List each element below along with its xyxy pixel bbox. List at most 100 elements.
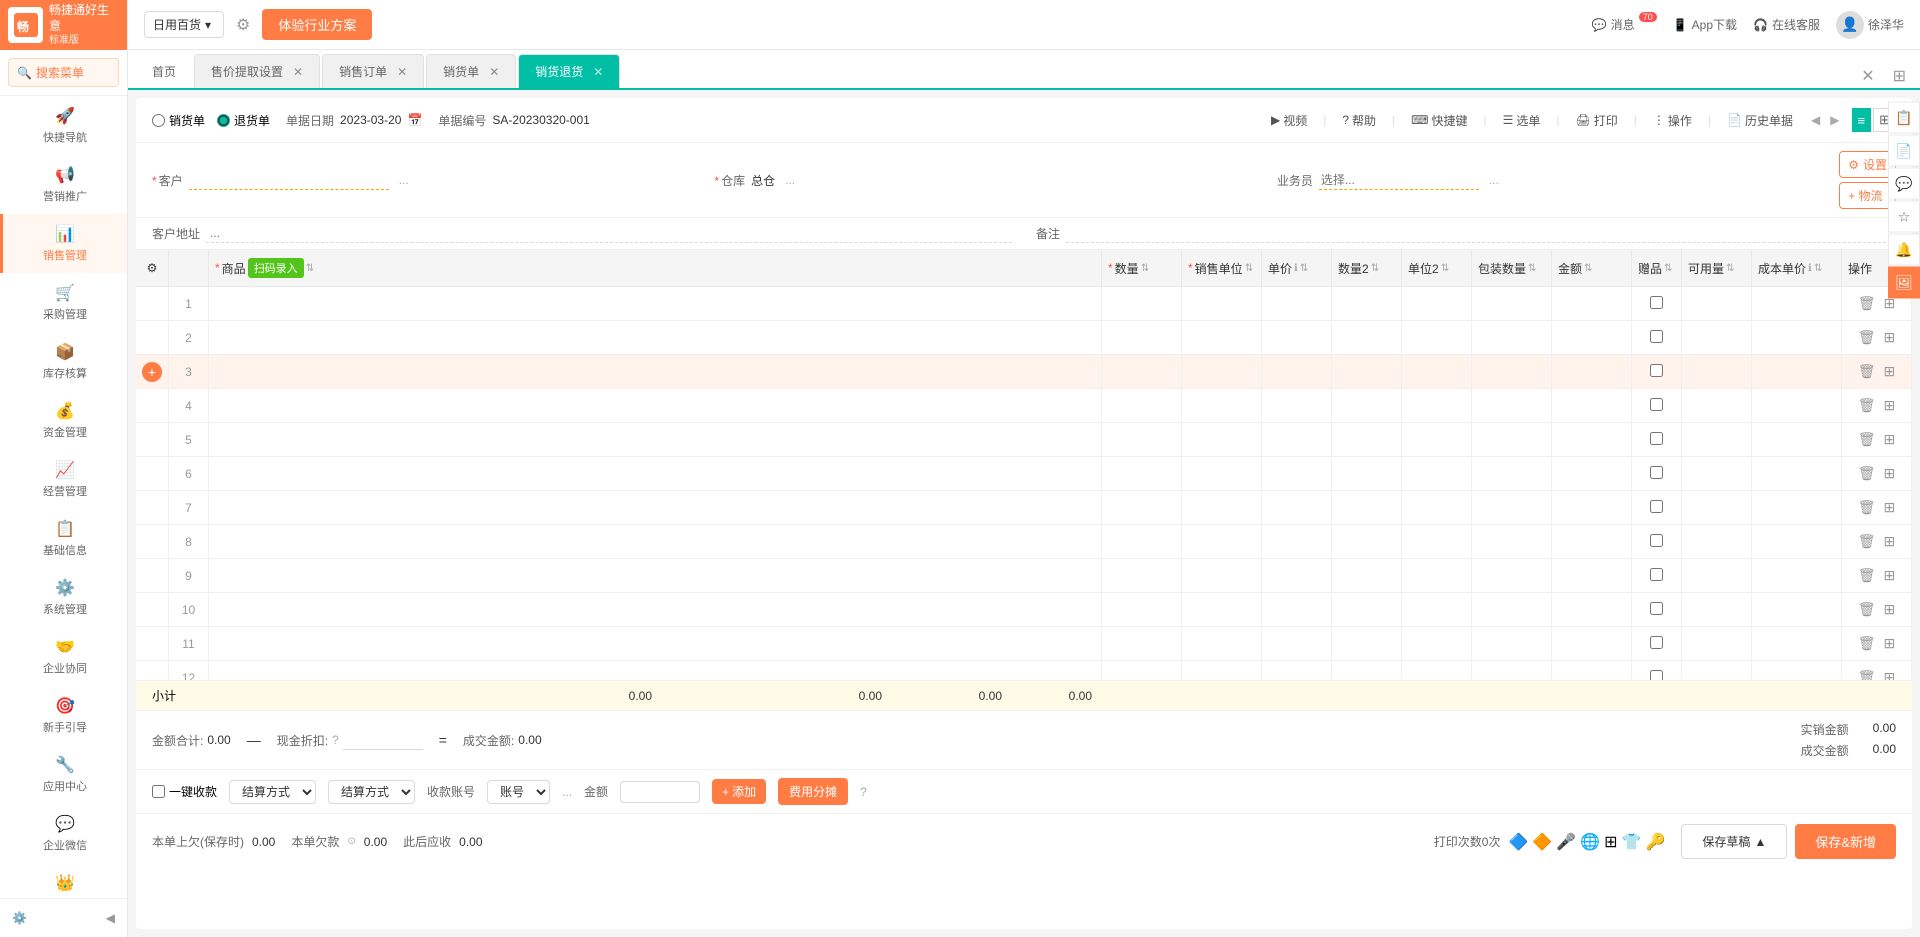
customer-picker-btn[interactable]: ...: [399, 173, 409, 187]
row-unit-4[interactable]: [1182, 389, 1262, 423]
row-qty-6[interactable]: [1102, 457, 1182, 491]
row-qty-2[interactable]: [1102, 321, 1182, 355]
row-pack-7[interactable]: [1472, 491, 1552, 525]
row-qty-1[interactable]: [1102, 287, 1182, 321]
row-unit2-5[interactable]: [1402, 423, 1472, 457]
calendar-icon[interactable]: 📅: [407, 113, 422, 127]
row-qty-4[interactable]: [1102, 389, 1182, 423]
add-row-button[interactable]: +: [142, 362, 162, 382]
row-product-7[interactable]: [209, 491, 1102, 525]
product-input-5[interactable]: [215, 433, 1095, 447]
row-product-4[interactable]: [209, 389, 1102, 423]
gift-checkbox-8[interactable]: [1650, 534, 1663, 547]
row-unit-8[interactable]: [1182, 525, 1262, 559]
row-amount-8[interactable]: [1552, 525, 1632, 559]
gift-checkbox-2[interactable]: [1650, 330, 1663, 343]
row-unit2-10[interactable]: [1402, 593, 1472, 627]
row-cost-5[interactable]: [1752, 423, 1842, 457]
row-available-4[interactable]: [1682, 389, 1752, 423]
tab-price-settings[interactable]: 售价提取设置 ✕: [194, 54, 320, 88]
sidebar-item-info[interactable]: 📋 基础信息: [0, 509, 127, 568]
save-new-button[interactable]: 保存&新增: [1795, 824, 1896, 859]
video-help-btn[interactable]: ▶ 视频: [1265, 109, 1313, 132]
product-input-10[interactable]: [215, 603, 1095, 617]
gift-checkbox-1[interactable]: [1650, 296, 1663, 309]
tab-close-sales-return[interactable]: ✕: [593, 65, 603, 79]
remarks-input[interactable]: [1066, 224, 1896, 243]
row-pack-4[interactable]: [1472, 389, 1552, 423]
row-product-5[interactable]: [209, 423, 1102, 457]
row-product-2[interactable]: [209, 321, 1102, 355]
row-delete-btn-9[interactable]: 🗑: [1856, 565, 1878, 586]
row-pack-11[interactable]: [1472, 627, 1552, 661]
row-copy-btn-2[interactable]: ⊞: [1882, 327, 1898, 348]
gift-checkbox-12[interactable]: [1650, 670, 1663, 681]
row-copy-btn-10[interactable]: ⊞: [1882, 599, 1898, 620]
row-gift-11[interactable]: [1632, 627, 1682, 661]
row-qty2-11[interactable]: [1332, 627, 1402, 661]
row-amount-10[interactable]: [1552, 593, 1632, 627]
row-price-6[interactable]: [1262, 457, 1332, 491]
product-input-3[interactable]: [215, 365, 1095, 379]
row-qty-10[interactable]: [1102, 593, 1182, 627]
row-cost-6[interactable]: [1752, 457, 1842, 491]
row-price-11[interactable]: [1262, 627, 1332, 661]
row-unit2-9[interactable]: [1402, 559, 1472, 593]
shortcut-btn[interactable]: ⌨ 快捷键: [1405, 109, 1473, 132]
search-menu-button[interactable]: 🔍 搜索菜单: [8, 58, 119, 87]
row-qty-8[interactable]: [1102, 525, 1182, 559]
row-cost-11[interactable]: [1752, 627, 1842, 661]
row-cost-10[interactable]: [1752, 593, 1842, 627]
row-amount-12[interactable]: [1552, 661, 1632, 681]
row-price-2[interactable]: [1262, 321, 1332, 355]
scan-entry-btn[interactable]: 扫码录入: [248, 258, 304, 278]
row-cost-7[interactable]: [1752, 491, 1842, 525]
tab-close-sales-bill[interactable]: ✕: [489, 65, 499, 79]
row-price-3[interactable]: [1262, 355, 1332, 389]
th-gear[interactable]: ⚙: [136, 250, 169, 287]
row-copy-btn-9[interactable]: ⊞: [1882, 565, 1898, 586]
product-input-11[interactable]: [215, 637, 1095, 651]
radio-return-bill[interactable]: 退货单: [217, 112, 270, 129]
row-unit2-3[interactable]: [1402, 355, 1472, 389]
row-unit2-2[interactable]: [1402, 321, 1472, 355]
row-gift-3[interactable]: [1632, 355, 1682, 389]
row-available-11[interactable]: [1682, 627, 1752, 661]
tab-close-price-settings[interactable]: ✕: [293, 65, 303, 79]
topbar-message[interactable]: 💬 消息 70: [1592, 16, 1657, 33]
sidebar-item-system[interactable]: ⚙️ 系统管理: [0, 568, 127, 627]
row-qty-9[interactable]: [1102, 559, 1182, 593]
tab-close-sales-order[interactable]: ✕: [397, 65, 407, 79]
row-delete-btn-11[interactable]: 🗑: [1856, 633, 1878, 654]
sidebar-item-wechat[interactable]: 💬 企业微信: [0, 804, 127, 863]
row-qty2-7[interactable]: [1332, 491, 1402, 525]
row-unit-9[interactable]: [1182, 559, 1262, 593]
row-qty2-4[interactable]: [1332, 389, 1402, 423]
row-pack-12[interactable]: [1472, 661, 1552, 681]
row-amount-9[interactable]: [1552, 559, 1632, 593]
row-pack-1[interactable]: [1472, 287, 1552, 321]
sidebar-item-guide[interactable]: 🎯 新手引导: [0, 686, 127, 745]
discount-input[interactable]: [343, 731, 423, 750]
row-unit-1[interactable]: [1182, 287, 1262, 321]
row-pack-8[interactable]: [1472, 525, 1552, 559]
row-product-6[interactable]: [209, 457, 1102, 491]
row-qty2-10[interactable]: [1332, 593, 1402, 627]
float-comment-btn[interactable]: 💬: [1888, 168, 1920, 200]
tab-sales-bill[interactable]: 销货单 ✕: [426, 54, 516, 88]
row-unit-5[interactable]: [1182, 423, 1262, 457]
row-qty2-2[interactable]: [1332, 321, 1402, 355]
row-available-8[interactable]: [1682, 525, 1752, 559]
row-price-12[interactable]: [1262, 661, 1332, 681]
row-product-11[interactable]: [209, 627, 1102, 661]
product-input-7[interactable]: [215, 501, 1095, 515]
row-delete-btn-12[interactable]: 🗑: [1856, 667, 1878, 680]
row-pack-9[interactable]: [1472, 559, 1552, 593]
row-available-6[interactable]: [1682, 457, 1752, 491]
row-unit2-11[interactable]: [1402, 627, 1472, 661]
row-copy-btn-12[interactable]: ⊞: [1882, 667, 1898, 680]
gift-checkbox-3[interactable]: [1650, 364, 1663, 377]
row-copy-btn-4[interactable]: ⊞: [1882, 395, 1898, 416]
help-btn[interactable]: ? 帮助: [1336, 109, 1382, 132]
sidebar-item-member[interactable]: 👑 畅会员: [0, 863, 127, 898]
